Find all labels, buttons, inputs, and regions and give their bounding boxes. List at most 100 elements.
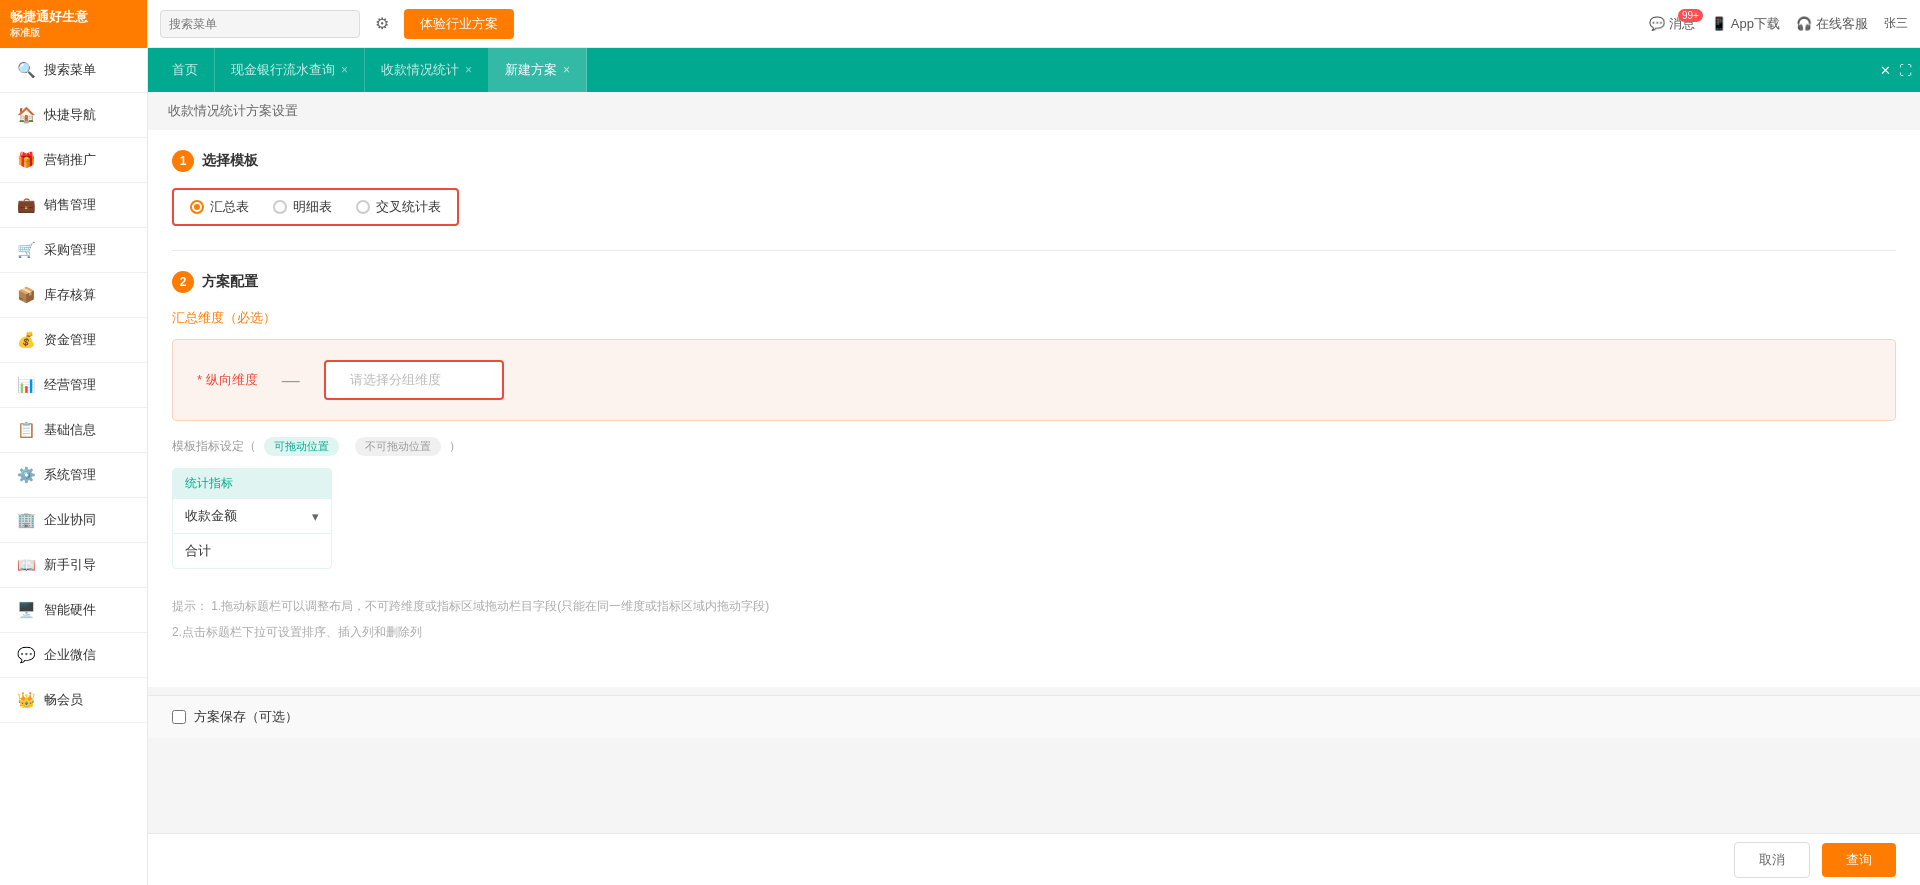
tip-1: 提示： 1.拖动标题栏可以调整布局，不可跨维度或指标区域拖动栏目字段(只能在同一… xyxy=(172,596,1896,618)
tab-expand[interactable]: ⛶ xyxy=(1899,63,1912,78)
form-container: 1 选择模板 汇总表 明细表 交叉统计表 xyxy=(148,130,1920,687)
stats-cell-total: 合计 xyxy=(185,542,319,560)
tab-new-plan-label: 新建方案 xyxy=(505,61,557,79)
stats-table-header: 统计指标 xyxy=(173,469,331,498)
radio-summary[interactable]: 汇总表 xyxy=(190,198,249,216)
service-item[interactable]: 🎧 在线客服 xyxy=(1796,15,1868,33)
dimension-label-text: 汇总维度（必选） xyxy=(172,310,276,325)
dimension-area: 纵向维度 — 请选择分组维度 xyxy=(172,339,1896,421)
dimension-selector[interactable]: 请选择分组维度 xyxy=(324,360,504,400)
metrics-label-end: ） xyxy=(449,438,461,455)
topbar-left: ⚙ 体验行业方案 xyxy=(160,9,514,39)
stats-row-total[interactable]: 合计 xyxy=(173,533,331,568)
radio-detail[interactable]: 明细表 xyxy=(273,198,332,216)
wechat-icon: 💬 xyxy=(16,645,36,665)
hardware-icon: 🖥️ xyxy=(16,600,36,620)
gear-icon[interactable]: ⚙ xyxy=(368,10,396,38)
download-item[interactable]: 📱 App下载 xyxy=(1711,15,1780,33)
sidebar-item-label: 搜索菜单 xyxy=(44,61,96,79)
notification-item[interactable]: 💬 消息 99+ xyxy=(1649,15,1695,33)
sidebar-item-label: 资金管理 xyxy=(44,331,96,349)
radio-summary-label: 汇总表 xyxy=(210,198,249,216)
sidebar-item-member[interactable]: 👑 畅会员 xyxy=(0,678,147,723)
sidebar-item-purchase[interactable]: 🛒 采购管理 xyxy=(0,228,147,273)
logo-sub: 标准版 xyxy=(10,26,88,40)
tab-receipts[interactable]: 收款情况统计 × xyxy=(365,48,489,92)
sidebar-item-quicknav[interactable]: 🏠 快捷导航 xyxy=(0,93,147,138)
tips-section: 提示： 1.拖动标题栏可以调整布局，不可跨维度或指标区域拖动栏目字段(只能在同一… xyxy=(172,596,1896,643)
dimension-label: 汇总维度（必选） xyxy=(172,309,1896,327)
divider1 xyxy=(172,250,1896,251)
page-content: 收款情况统计方案设置 1 选择模板 汇总表 明细表 xyxy=(148,92,1920,885)
tip-2: 2.点击标题栏下拉可设置排序、插入列和删除列 xyxy=(172,622,1896,644)
sidebar-item-basics[interactable]: 📋 基础信息 xyxy=(0,408,147,453)
stats-row-payment[interactable]: 收款金额 ▾ xyxy=(173,498,331,533)
system-icon: ⚙️ xyxy=(16,465,36,485)
sidebar-item-label: 销售管理 xyxy=(44,196,96,214)
save-label: 方案保存（可选） xyxy=(194,708,298,726)
sidebar-item-hardware[interactable]: 🖥️ 智能硬件 xyxy=(0,588,147,633)
message-icon: 💬 xyxy=(1649,16,1665,31)
step2-number: 2 xyxy=(172,271,194,293)
sidebar-item-finance[interactable]: 💰 资金管理 xyxy=(0,318,147,363)
radio-cross-dot xyxy=(356,200,370,214)
search-input[interactable] xyxy=(160,10,360,38)
breadcrumb-text: 收款情况统计方案设置 xyxy=(168,103,298,118)
sidebar-item-guide[interactable]: 📖 新手引导 xyxy=(0,543,147,588)
member-icon: 👑 xyxy=(16,690,36,710)
metrics-section: 模板指标设定（ 可拖动位置 不可拖动位置 ） 统计指标 收款金额 ▾ xyxy=(172,437,1896,572)
sidebar-item-label: 快捷导航 xyxy=(44,106,96,124)
sidebar-item-sales[interactable]: 💼 销售管理 xyxy=(0,183,147,228)
tab-new-plan[interactable]: 新建方案 × xyxy=(489,48,587,92)
tab-new-plan-close[interactable]: × xyxy=(563,63,570,77)
sidebar-item-label: 企业微信 xyxy=(44,646,96,664)
sidebar-item-operations[interactable]: 📊 经营管理 xyxy=(0,363,147,408)
notification-badge: 99+ xyxy=(1678,9,1703,22)
service-icon: 🎧 xyxy=(1796,16,1812,31)
sidebar-item-label: 新手引导 xyxy=(44,556,96,574)
industry-button[interactable]: 体验行业方案 xyxy=(404,9,514,39)
tab-home[interactable]: 首页 xyxy=(156,48,215,92)
operations-icon: 📊 xyxy=(16,375,36,395)
template-radio-group: 汇总表 明细表 交叉统计表 xyxy=(172,188,459,226)
purchase-icon: 🛒 xyxy=(16,240,36,260)
stats-cell-payment: 收款金额 xyxy=(185,507,312,525)
sidebar-item-label: 营销推广 xyxy=(44,151,96,169)
sidebar-item-search[interactable]: 🔍 搜索菜单 xyxy=(0,48,147,93)
sidebar-item-enterprise[interactable]: 🏢 企业协同 xyxy=(0,498,147,543)
tabbar: 首页 现金银行流水查询 × 收款情况统计 × 新建方案 × ✕ ⛶ xyxy=(148,48,1920,92)
dimension-placeholder: 请选择分组维度 xyxy=(350,371,441,389)
guide-icon: 📖 xyxy=(16,555,36,575)
tab-close-window[interactable]: ✕ xyxy=(1880,63,1891,78)
radio-cross-label: 交叉统计表 xyxy=(376,198,441,216)
stats-cell-dropdown[interactable]: ▾ xyxy=(312,509,319,524)
basics-icon: 📋 xyxy=(16,420,36,440)
step1-number: 1 xyxy=(172,150,194,172)
sidebar-item-label: 采购管理 xyxy=(44,241,96,259)
cancel-button[interactable]: 取消 xyxy=(1734,842,1810,878)
step1-title: 1 选择模板 xyxy=(172,150,1896,172)
tab-receipts-close[interactable]: × xyxy=(465,63,472,77)
sidebar-item-system[interactable]: ⚙️ 系统管理 xyxy=(0,453,147,498)
topbar-right: 💬 消息 99+ 📱 App下载 🎧 在线客服 张三 xyxy=(1649,15,1908,33)
arrow-icon: — xyxy=(282,370,300,391)
sidebar-item-inventory[interactable]: 📦 库存核算 xyxy=(0,273,147,318)
sidebar-item-wechat[interactable]: 💬 企业微信 xyxy=(0,633,147,678)
save-checkbox[interactable] xyxy=(172,710,186,724)
tab-cashflow-close[interactable]: × xyxy=(341,63,348,77)
step2-label: 方案配置 xyxy=(202,273,258,291)
step1-section: 1 选择模板 汇总表 明细表 交叉统计表 xyxy=(172,150,1896,226)
step2-section: 2 方案配置 汇总维度（必选） 纵向维度 — 请选择分组维度 xyxy=(172,271,1896,643)
logo: 畅捷通好生意 标准版 xyxy=(0,0,147,48)
user-item[interactable]: 张三 xyxy=(1884,15,1908,32)
sidebar-item-label: 畅会员 xyxy=(44,691,83,709)
download-label: App下载 xyxy=(1731,15,1780,33)
sidebar-item-marketing[interactable]: 🎁 营销推广 xyxy=(0,138,147,183)
stats-table: 统计指标 收款金额 ▾ 合计 xyxy=(172,468,332,569)
radio-cross[interactable]: 交叉统计表 xyxy=(356,198,441,216)
tab-receipts-label: 收款情况统计 xyxy=(381,61,459,79)
metrics-label-text: 模板指标设定（ xyxy=(172,438,256,455)
user-name: 张三 xyxy=(1884,15,1908,32)
tab-cashflow[interactable]: 现金银行流水查询 × xyxy=(215,48,365,92)
query-button[interactable]: 查询 xyxy=(1822,843,1896,877)
